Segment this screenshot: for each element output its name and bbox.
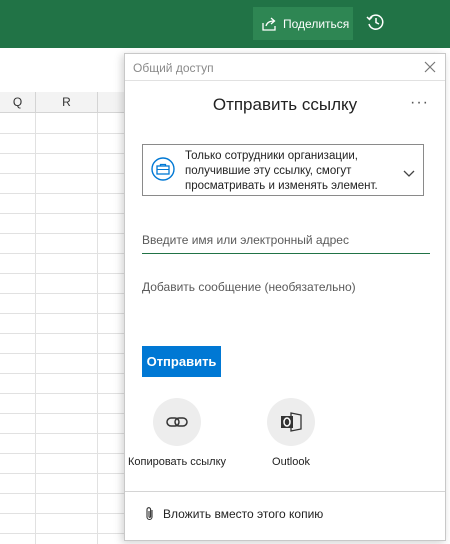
divider bbox=[125, 491, 445, 492]
dialog-caption: Общий доступ bbox=[133, 61, 214, 75]
grid-line bbox=[0, 353, 130, 354]
share-button[interactable]: Поделиться bbox=[253, 7, 353, 40]
grid-line bbox=[35, 113, 36, 544]
share-dialog: Общий доступ Отправить ссылку ··· Только… bbox=[124, 53, 446, 541]
link-icon bbox=[153, 398, 201, 446]
link-permissions-text: Только сотрудники организации, получивши… bbox=[185, 150, 378, 192]
grid-line bbox=[0, 253, 130, 254]
grid-line bbox=[0, 233, 130, 234]
dialog-title: Отправить ссылку bbox=[212, 95, 358, 114]
share-button-label: Поделиться bbox=[283, 16, 350, 31]
grid-line bbox=[97, 113, 98, 544]
grid-line bbox=[0, 273, 130, 274]
grid-line bbox=[0, 293, 130, 294]
divider bbox=[125, 80, 445, 81]
grid-line bbox=[0, 373, 130, 374]
app-header: Поделиться bbox=[0, 0, 450, 48]
spreadsheet-grid: Q R bbox=[0, 48, 130, 544]
grid-line bbox=[0, 513, 130, 514]
chevron-down-icon bbox=[403, 165, 415, 177]
grid-line bbox=[0, 433, 130, 434]
attach-copy-link[interactable]: Вложить вместо этого копию bbox=[143, 504, 323, 524]
grid-line bbox=[0, 213, 130, 214]
send-button[interactable]: Отправить bbox=[142, 346, 221, 377]
grid-line bbox=[0, 493, 130, 494]
grid-line bbox=[0, 193, 130, 194]
message-input[interactable] bbox=[142, 275, 430, 299]
briefcase-icon bbox=[151, 157, 175, 181]
grid-line bbox=[0, 413, 130, 414]
copy-link-label: Копировать ссылку bbox=[127, 456, 227, 468]
column-header-q[interactable]: Q bbox=[0, 92, 36, 113]
close-icon[interactable] bbox=[423, 60, 437, 74]
grid-line bbox=[0, 393, 130, 394]
formula-bar bbox=[0, 48, 130, 97]
grid-line bbox=[0, 533, 130, 534]
outlook-label: Outlook bbox=[272, 456, 310, 468]
grid-line bbox=[0, 333, 130, 334]
grid-line bbox=[0, 133, 130, 134]
share-icon bbox=[260, 15, 278, 33]
grid-line bbox=[0, 173, 130, 174]
grid-line bbox=[0, 473, 130, 474]
column-header-r[interactable]: R bbox=[36, 92, 98, 113]
more-options-button[interactable]: ··· bbox=[410, 94, 429, 112]
grid-line bbox=[0, 313, 130, 314]
copy-link-button[interactable]: Копировать ссылку bbox=[125, 398, 235, 474]
paperclip-icon bbox=[143, 506, 157, 522]
grid-line bbox=[0, 153, 130, 154]
link-permissions-dropdown[interactable]: Только сотрудники организации, получивши… bbox=[142, 144, 424, 196]
history-icon[interactable] bbox=[364, 10, 388, 34]
grid-line bbox=[0, 453, 130, 454]
attach-copy-label: Вложить вместо этого копию bbox=[163, 507, 324, 521]
recipient-input[interactable] bbox=[142, 226, 430, 254]
outlook-icon bbox=[267, 398, 315, 446]
outlook-button[interactable]: Outlook bbox=[236, 398, 346, 474]
